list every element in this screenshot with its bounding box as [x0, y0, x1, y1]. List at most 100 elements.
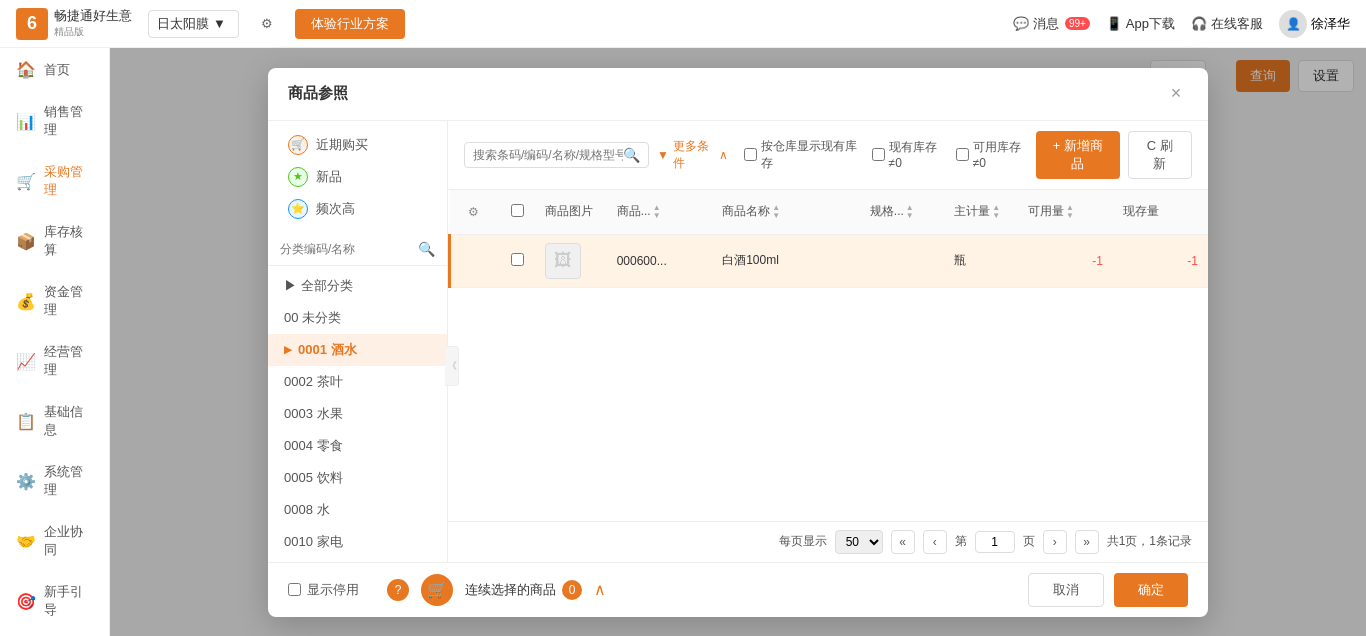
message-icon: 💬 [1013, 16, 1029, 31]
mobile-icon: 📱 [1106, 16, 1122, 31]
settings-icon[interactable]: ⚙ [251, 8, 283, 40]
per-page-select[interactable]: 50 [835, 530, 883, 554]
sidebar-item-purchase[interactable]: 🛒 采购管理 [0, 151, 109, 211]
prev-page-button[interactable]: ‹ [923, 530, 947, 554]
row-settings-cell [450, 234, 501, 287]
cancel-button[interactable]: 取消 [1028, 573, 1104, 607]
warehouse-stock-filter[interactable]: 按仓库显示现有库存 [744, 138, 859, 172]
recent-purchase-icon: 🛒 [288, 135, 308, 155]
sidebar-item-finance[interactable]: 💰 资金管理 [0, 271, 109, 331]
sort-unit-icon: ▲▼ [992, 204, 1000, 220]
cat-arrow-icon: ▶ [284, 344, 292, 355]
cat-item-0002[interactable]: 0002 茶叶 [268, 366, 447, 398]
product-search-input[interactable] [473, 148, 623, 162]
table-row[interactable]: 🖼 000600... 白酒100ml [450, 234, 1209, 287]
cat-item-00[interactable]: 00 未分类 [268, 302, 447, 334]
col-spec-header[interactable]: 规格... ▲▼ [860, 190, 944, 235]
cat-item-0010[interactable]: 0010 家电 [268, 526, 447, 558]
page-number-input[interactable] [975, 531, 1015, 553]
user-avatar-area[interactable]: 👤 徐泽华 [1279, 10, 1350, 38]
main-layout: 🏠 首页 📊 销售管理 🛒 采购管理 📦 库存核算 💰 资金管理 📈 经营管理 … [0, 48, 1366, 636]
table-settings-icon[interactable]: ⚙ [460, 198, 488, 226]
collapse-footer-button[interactable]: ∧ [594, 580, 606, 599]
current-stock-filter[interactable]: 现有库存≠0 [872, 139, 944, 170]
page-total-info: 共1页，1条记录 [1107, 533, 1192, 550]
col-check-header [500, 190, 535, 235]
show-disabled-checkbox[interactable] [288, 583, 301, 596]
current-stock-checkbox[interactable] [872, 148, 885, 161]
sidebar-item-apps[interactable]: 📱 应用中心 [0, 631, 109, 636]
chevron-down-icon: ▼ [213, 16, 226, 31]
selected-count-badge: 0 [562, 580, 582, 600]
col-avail-header[interactable]: 可用量 ▲▼ [1018, 190, 1113, 235]
sidebar-item-basic-info[interactable]: 📋 基础信息 [0, 391, 109, 451]
cat-0002-label: 0002 茶叶 [284, 373, 343, 391]
footer-actions: 取消 确定 [1028, 573, 1188, 607]
sidebar-item-operations[interactable]: 📈 经营管理 [0, 331, 109, 391]
cart-icon[interactable]: 🛒 [421, 574, 453, 606]
next-page-button[interactable]: › [1043, 530, 1067, 554]
help-icon[interactable]: ? [387, 579, 409, 601]
cat-item-0005[interactable]: 0005 饮料 [268, 462, 447, 494]
sidebar-item-guide[interactable]: 🎯 新手引导 [0, 571, 109, 631]
product-search-icon[interactable]: 🔍 [623, 147, 640, 163]
col-code-header[interactable]: 商品... ▲▼ [607, 190, 712, 235]
category-search-bar: 🔍 [268, 233, 447, 266]
sidebar-item-enterprise[interactable]: 🤝 企业协同 [0, 511, 109, 571]
show-disabled-checkbox-label[interactable]: 显示停用 [288, 581, 359, 599]
trial-button[interactable]: 体验行业方案 [295, 9, 405, 39]
table-body: 🖼 000600... 白酒100ml [450, 234, 1209, 287]
modal-body: 🛒 近期购买 ★ 新品 ⭐ 频次高 [268, 121, 1208, 562]
messages-nav-item[interactable]: 💬 消息 99+ [1013, 15, 1090, 33]
app-download-nav-item[interactable]: 📱 App下载 [1106, 15, 1175, 33]
filter-conditions-button[interactable]: ▼ 更多条件 ∧ [657, 138, 728, 172]
filter-recent-purchase[interactable]: 🛒 近期购买 [280, 129, 435, 161]
logo-icon: 6 [16, 8, 48, 40]
sidebar-item-home[interactable]: 🏠 首页 [0, 48, 109, 91]
row-check-cell [500, 234, 535, 287]
filter-high-frequency[interactable]: ⭐ 频次高 [280, 193, 435, 225]
cat-item-0001[interactable]: ▶ 0001 酒水 [268, 334, 447, 366]
confirm-button[interactable]: 确定 [1114, 573, 1188, 607]
cat-item-0003[interactable]: 0003 水果 [268, 398, 447, 430]
cat-item-0004[interactable]: 0004 零食 [268, 430, 447, 462]
sidebar-item-sales[interactable]: 📊 销售管理 [0, 91, 109, 151]
first-page-button[interactable]: « [891, 530, 915, 554]
refresh-button[interactable]: C 刷新 [1128, 131, 1192, 179]
cat-00-label: 00 未分类 [284, 309, 341, 327]
collapse-panel-button[interactable]: 《 [445, 346, 459, 386]
col-stock-header[interactable]: 现存量 [1113, 190, 1208, 235]
available-stock-checkbox[interactable] [956, 148, 969, 161]
col-unit-header[interactable]: 主计量 ▲▼ [944, 190, 1018, 235]
select-all-checkbox[interactable] [511, 204, 524, 217]
store-selector[interactable]: 日太阳膜 ▼ [148, 10, 239, 38]
add-product-button[interactable]: + 新增商品 [1036, 131, 1120, 179]
finance-icon: 💰 [16, 292, 36, 311]
last-page-button[interactable]: » [1075, 530, 1099, 554]
checkbox-filters: 按仓库显示现有库存 现有库存≠0 可用库存≠0 [744, 138, 1028, 172]
filter-recent-label: 近期购买 [316, 136, 368, 154]
cat-item-all[interactable]: ▶ 全部分类 [268, 270, 447, 302]
category-search-input[interactable] [280, 242, 412, 256]
modal-close-button[interactable]: × [1164, 82, 1188, 106]
page-suffix: 页 [1023, 533, 1035, 550]
cat-0001-label: 0001 酒水 [298, 341, 357, 359]
sidebar-item-inventory[interactable]: 📦 库存核算 [0, 211, 109, 271]
sidebar-item-label: 系统管理 [44, 463, 93, 499]
basic-info-icon: 📋 [16, 412, 36, 431]
category-search-icon[interactable]: 🔍 [418, 241, 435, 257]
col-name-header[interactable]: 商品名称 ▲▼ [712, 190, 860, 235]
row-checkbox[interactable] [511, 253, 524, 266]
warehouse-stock-checkbox[interactable] [744, 148, 757, 161]
search-actions: + 新增商品 C 刷新 [1036, 131, 1192, 179]
cat-0004-label: 0004 零食 [284, 437, 343, 455]
filter-new-product[interactable]: ★ 新品 [280, 161, 435, 193]
sort-spec-icon: ▲▼ [906, 204, 914, 220]
product-search-bar: 🔍 ▼ 更多条件 ∧ 按仓库显示现有库存 [448, 121, 1208, 190]
available-stock-filter[interactable]: 可用库存≠0 [956, 139, 1028, 170]
sidebar-item-system[interactable]: ⚙️ 系统管理 [0, 451, 109, 511]
cat-item-0008[interactable]: 0008 水 [268, 494, 447, 526]
modal-overlay: 商品参照 × 🛒 近期购买 ★ [110, 48, 1366, 636]
page-label: 第 [955, 533, 967, 550]
online-support-nav-item[interactable]: 🎧 在线客服 [1191, 15, 1263, 33]
